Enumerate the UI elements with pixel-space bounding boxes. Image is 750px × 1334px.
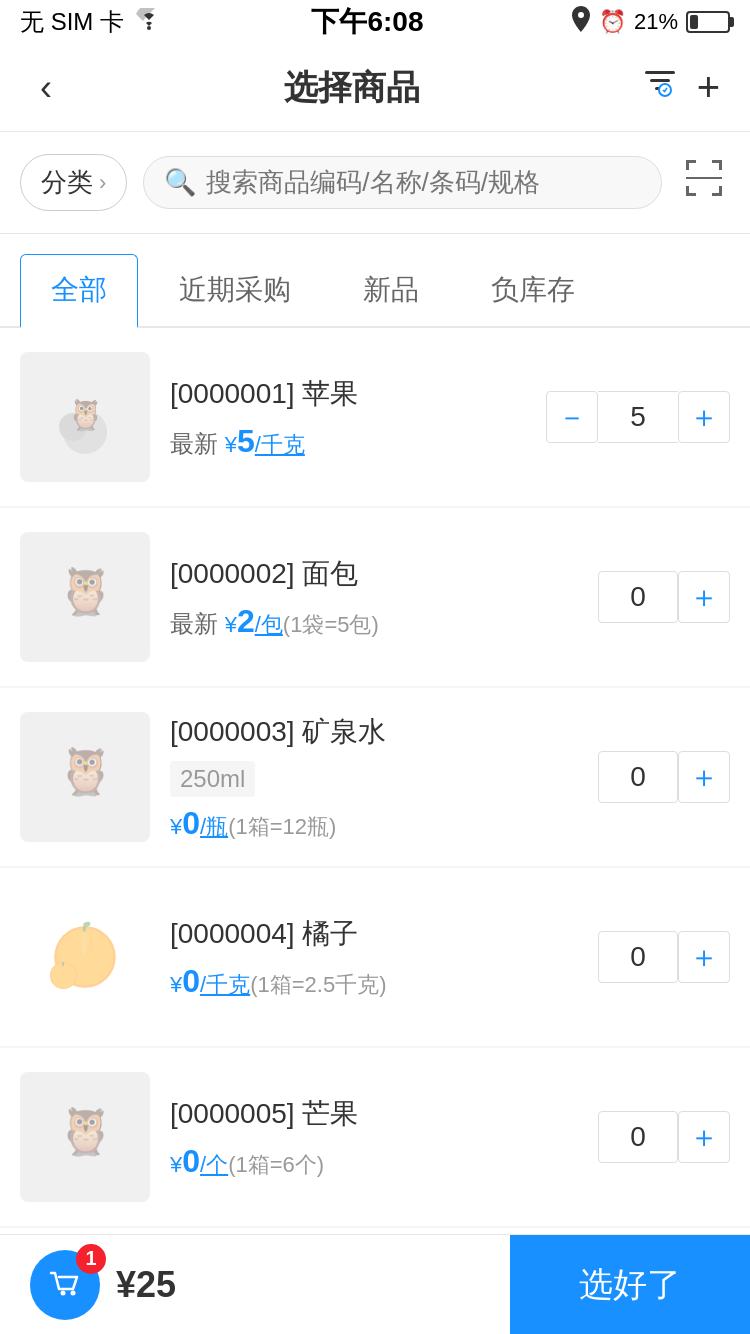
page-title: 选择商品 bbox=[284, 65, 420, 111]
svg-rect-10 bbox=[686, 186, 689, 196]
qty-control-0000002: ＋ bbox=[598, 571, 730, 623]
qty-input-0000003[interactable] bbox=[598, 751, 678, 803]
product-image-0000001: 🦉 bbox=[20, 352, 150, 482]
svg-text:🦉: 🦉 bbox=[57, 744, 115, 799]
svg-point-0 bbox=[147, 26, 151, 30]
svg-point-24 bbox=[51, 963, 76, 988]
product-info-0000004: [0000004] 橘子 ¥0/千克(1箱=2.5千克) bbox=[170, 915, 578, 1000]
nav-actions: + bbox=[643, 65, 720, 110]
product-price-0000003: ¥0/瓶(1箱=12瓶) bbox=[170, 805, 578, 842]
cart-section: 1 ¥25 bbox=[0, 1250, 510, 1320]
cart-total: ¥25 bbox=[116, 1264, 176, 1306]
product-price-0000004: ¥0/千克(1箱=2.5千克) bbox=[170, 963, 578, 1000]
qty-minus-0000001[interactable]: － bbox=[546, 391, 598, 443]
search-box[interactable]: 🔍 bbox=[143, 156, 662, 209]
nav-bar: ‹ 选择商品 + bbox=[0, 44, 750, 132]
qty-input-0000005[interactable] bbox=[598, 1111, 678, 1163]
svg-point-30 bbox=[71, 1290, 76, 1295]
filter-bar: 分类 › 🔍 bbox=[0, 132, 750, 234]
product-price-0000002: 最新 ¥2/包(1袋=5包) bbox=[170, 603, 578, 640]
svg-text:🦉: 🦉 bbox=[67, 397, 105, 433]
list-item: [0000004] 橘子 ¥0/千克(1箱=2.5千克) ＋ bbox=[0, 868, 750, 1046]
status-right: ⏰ 21% bbox=[571, 6, 730, 38]
product-price-0000005: ¥0/个(1箱=6个) bbox=[170, 1143, 578, 1180]
qty-plus-0000003[interactable]: ＋ bbox=[678, 751, 730, 803]
svg-rect-25 bbox=[62, 962, 64, 966]
product-info-0000003: [0000003] 矿泉水 250ml ¥0/瓶(1箱=12瓶) bbox=[170, 713, 578, 842]
battery-icon bbox=[686, 11, 730, 33]
search-input[interactable] bbox=[206, 167, 641, 198]
battery-text: 21% bbox=[634, 9, 678, 35]
svg-point-29 bbox=[61, 1290, 66, 1295]
back-button[interactable]: ‹ bbox=[30, 57, 62, 119]
product-image-0000004 bbox=[20, 892, 150, 1022]
product-spec-0000003: 250ml bbox=[170, 761, 255, 797]
qty-input-0000001[interactable] bbox=[598, 391, 678, 443]
svg-text:🦉: 🦉 bbox=[57, 1104, 115, 1159]
status-time: 下午6:08 bbox=[311, 3, 423, 41]
tab-negative[interactable]: 负库存 bbox=[460, 254, 606, 326]
product-image-0000005: 🦉 bbox=[20, 1072, 150, 1202]
list-item: 🦉 [0000003] 矿泉水 250ml ¥0/瓶(1箱=12瓶) ＋ bbox=[0, 688, 750, 866]
product-info-0000001: [0000001] 苹果 最新 ¥5/千克 bbox=[170, 375, 526, 460]
product-image-0000002: 🦉 bbox=[20, 532, 150, 662]
product-name-0000003: [0000003] 矿泉水 bbox=[170, 713, 578, 751]
qty-control-0000004: ＋ bbox=[598, 931, 730, 983]
category-button[interactable]: 分类 › bbox=[20, 154, 127, 211]
carrier-text: 无 SIM 卡 bbox=[20, 6, 124, 38]
product-name-0000001: [0000001] 苹果 bbox=[170, 375, 526, 413]
cart-icon-button[interactable]: 1 bbox=[30, 1250, 100, 1320]
qty-plus-0000004[interactable]: ＋ bbox=[678, 931, 730, 983]
tab-bar: 全部 近期采购 新品 负库存 bbox=[0, 234, 750, 328]
location-icon bbox=[571, 6, 591, 38]
svg-rect-13 bbox=[686, 177, 722, 179]
svg-rect-1 bbox=[645, 71, 675, 74]
qty-plus-0000005[interactable]: ＋ bbox=[678, 1111, 730, 1163]
product-info-0000005: [0000005] 芒果 ¥0/个(1箱=6个) bbox=[170, 1095, 578, 1180]
status-left: 无 SIM 卡 bbox=[20, 6, 164, 38]
product-name-0000004: [0000004] 橘子 bbox=[170, 915, 578, 953]
status-bar: 无 SIM 卡 下午6:08 ⏰ 21% bbox=[0, 0, 750, 44]
list-item: 🦉 [0000001] 苹果 最新 ¥5/千克 － ＋ bbox=[0, 328, 750, 506]
tab-all[interactable]: 全部 bbox=[20, 254, 138, 328]
bottom-bar: 1 ¥25 选好了 bbox=[0, 1234, 750, 1334]
qty-control-0000001: － ＋ bbox=[546, 391, 730, 443]
tab-recent[interactable]: 近期采购 bbox=[148, 254, 322, 326]
product-image-0000003: 🦉 bbox=[20, 712, 150, 842]
qty-input-0000002[interactable] bbox=[598, 571, 678, 623]
confirm-button[interactable]: 选好了 bbox=[510, 1235, 750, 1335]
product-name-0000005: [0000005] 芒果 bbox=[170, 1095, 578, 1133]
list-item: 🦉 [0000005] 芒果 ¥0/个(1箱=6个) ＋ bbox=[0, 1048, 750, 1226]
svg-rect-2 bbox=[650, 79, 670, 82]
list-item: 🦉 [0000002] 面包 最新 ¥2/包(1袋=5包) ＋ bbox=[0, 508, 750, 686]
svg-rect-12 bbox=[719, 186, 722, 196]
qty-control-0000003: ＋ bbox=[598, 751, 730, 803]
qty-plus-0000002[interactable]: ＋ bbox=[678, 571, 730, 623]
svg-text:🦉: 🦉 bbox=[57, 564, 115, 619]
filter-icon[interactable] bbox=[643, 66, 677, 109]
tab-new[interactable]: 新品 bbox=[332, 254, 450, 326]
svg-rect-6 bbox=[686, 160, 689, 170]
qty-input-0000004[interactable] bbox=[598, 931, 678, 983]
chevron-right-icon: › bbox=[99, 170, 106, 196]
scan-icon[interactable] bbox=[678, 152, 730, 213]
product-list: 🦉 [0000001] 苹果 最新 ¥5/千克 － ＋ 🦉 [0000002] … bbox=[0, 328, 750, 1334]
alarm-icon: ⏰ bbox=[599, 9, 626, 35]
product-price-0000001: 最新 ¥5/千克 bbox=[170, 423, 526, 460]
svg-rect-8 bbox=[719, 160, 722, 170]
search-icon: 🔍 bbox=[164, 167, 196, 198]
qty-plus-0000001[interactable]: ＋ bbox=[678, 391, 730, 443]
qty-control-0000005: ＋ bbox=[598, 1111, 730, 1163]
product-name-0000002: [0000002] 面包 bbox=[170, 555, 578, 593]
cart-badge: 1 bbox=[76, 1244, 106, 1274]
add-icon[interactable]: + bbox=[697, 65, 720, 110]
product-info-0000002: [0000002] 面包 最新 ¥2/包(1袋=5包) bbox=[170, 555, 578, 640]
cart-icon bbox=[45, 1265, 85, 1305]
wifi-icon bbox=[134, 8, 164, 36]
category-label: 分类 bbox=[41, 165, 93, 200]
